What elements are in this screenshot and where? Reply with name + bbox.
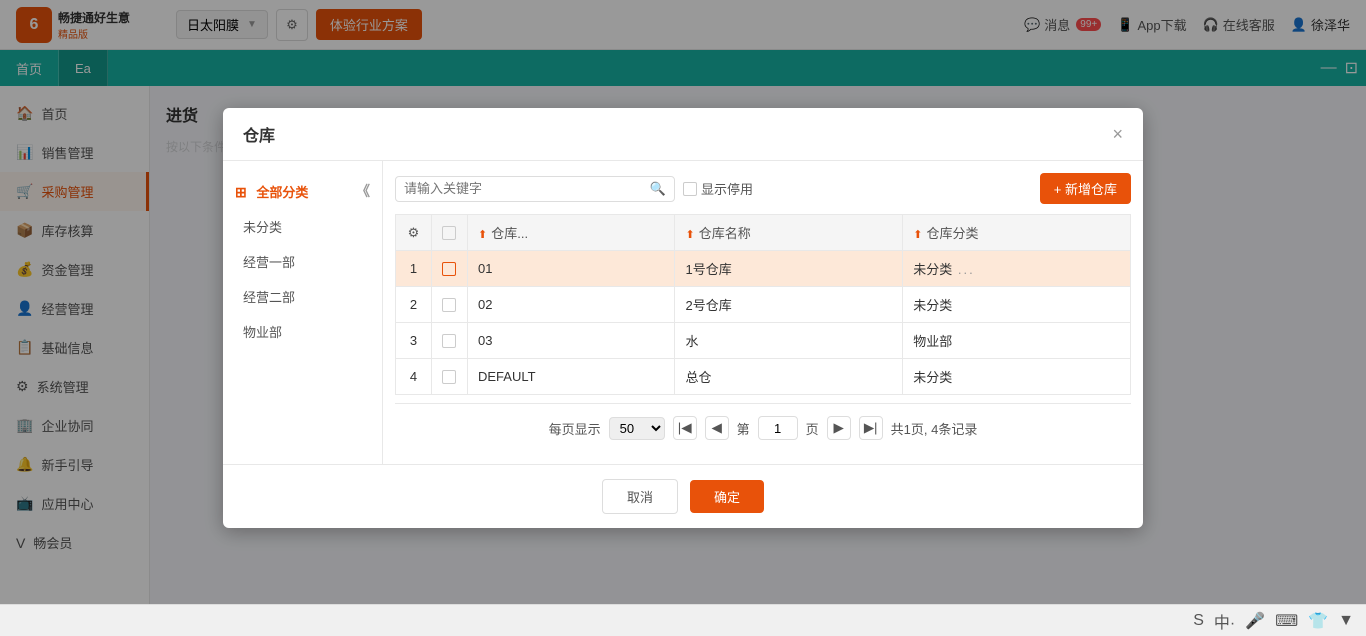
search-icon[interactable]: 🔍 — [650, 181, 666, 197]
modal-body: ⊞ 全部分类 《 未分类 经营一部 经营二部 物业部 🔍 — [223, 161, 1143, 464]
row-name: 1号仓库 — [675, 251, 903, 287]
category-sidebar: ⊞ 全部分类 《 未分类 经营一部 经营二部 物业部 — [223, 161, 383, 464]
cancel-button[interactable]: 取消 — [602, 479, 678, 514]
table-toolbar: 🔍 显示停用 + 新增仓库 — [395, 173, 1131, 204]
row-num: 1 — [396, 251, 432, 287]
sort-icon: ⬆ — [478, 229, 487, 241]
th-settings: ⚙ — [396, 215, 432, 251]
select-all-checkbox[interactable] — [442, 226, 456, 240]
table-row[interactable]: 2 02 2号仓库 未分类 — [396, 287, 1131, 323]
modal-footer: 取消 确定 — [223, 464, 1143, 528]
row-code: 01 — [468, 251, 675, 287]
row-name: 水 — [675, 323, 903, 359]
bottom-icon-1[interactable]: S — [1193, 612, 1204, 630]
page-input[interactable] — [758, 416, 798, 440]
row-num: 2 — [396, 287, 432, 323]
sort-icon-cat: ⬆ — [913, 229, 922, 241]
row-code: 03 — [468, 323, 675, 359]
th-checkbox — [432, 215, 468, 251]
bottom-bar: S 中· 🎤 ⌨ 👕 ▼ — [0, 604, 1366, 636]
row-code: 02 — [468, 287, 675, 323]
modal-overlay: 仓库 × ⊞ 全部分类 《 未分类 经营一部 经营二部 物业部 — [0, 0, 1366, 636]
pagination: 每页显示 50 100 200 |◀ ◀ 第 页 ▶ ▶| 共1页, 4条记录 — [395, 403, 1131, 452]
row-checkbox[interactable] — [432, 359, 468, 395]
row-num: 4 — [396, 359, 432, 395]
row-num: 3 — [396, 323, 432, 359]
warehouse-modal: 仓库 × ⊞ 全部分类 《 未分类 经营一部 经营二部 物业部 — [223, 108, 1143, 528]
bottom-icon-2[interactable]: 中· — [1214, 609, 1235, 633]
row-actions-dots[interactable]: ... — [952, 262, 974, 277]
show-disabled-checkbox[interactable] — [683, 182, 697, 196]
th-category[interactable]: ⬆仓库分类 — [903, 215, 1131, 251]
per-page-select[interactable]: 50 100 200 — [609, 417, 665, 440]
search-input[interactable] — [404, 181, 650, 196]
th-code[interactable]: ⬆仓库... — [468, 215, 675, 251]
warehouse-table: ⚙ ⬆仓库... ⬆仓库名称 ⬆仓库分类 1 — [395, 214, 1131, 395]
row-category: 未分类 ... — [903, 251, 1131, 287]
sort-icon-name: ⬆ — [685, 229, 694, 241]
row-category: 物业部 — [903, 323, 1131, 359]
row-checkbox[interactable] — [432, 287, 468, 323]
page-last-button[interactable]: ▶| — [859, 416, 883, 440]
settings-icon: ⚙ — [408, 225, 420, 240]
cat-item-uncategorized[interactable]: 未分类 — [223, 209, 382, 244]
modal-title: 仓库 — [243, 122, 275, 146]
table-row[interactable]: 1 01 1号仓库 未分类 ... — [396, 251, 1131, 287]
show-disabled-label[interactable]: 显示停用 — [683, 179, 753, 198]
bottom-icon-3[interactable]: 🎤 — [1245, 611, 1265, 631]
bottom-icon-4[interactable]: ⌨ — [1275, 611, 1298, 631]
bottom-icon-5[interactable]: 👕 — [1308, 611, 1328, 631]
bottom-icon-6[interactable]: ▼ — [1338, 612, 1354, 630]
table-row[interactable]: 3 03 水 物业部 — [396, 323, 1131, 359]
page-first-button[interactable]: |◀ — [673, 416, 697, 440]
modal-close-button[interactable]: × — [1112, 124, 1123, 145]
cat-item-property[interactable]: 物业部 — [223, 314, 382, 349]
table-area: 🔍 显示停用 + 新增仓库 ⚙ — [383, 161, 1143, 464]
cat-item-dept2[interactable]: 经营二部 — [223, 279, 382, 314]
row-category: 未分类 — [903, 359, 1131, 395]
row-select-checkbox[interactable] — [442, 370, 456, 384]
page-prev-button[interactable]: ◀ — [705, 416, 729, 440]
row-select-checkbox[interactable] — [442, 262, 456, 276]
row-checkbox[interactable] — [432, 251, 468, 287]
row-code: DEFAULT — [468, 359, 675, 395]
row-checkbox[interactable] — [432, 323, 468, 359]
row-name: 总仓 — [675, 359, 903, 395]
all-categories-item[interactable]: ⊞ 全部分类 《 — [223, 173, 382, 209]
confirm-button[interactable]: 确定 — [690, 480, 764, 513]
page-next-button[interactable]: ▶ — [827, 416, 851, 440]
add-warehouse-button[interactable]: + 新增仓库 — [1040, 173, 1131, 204]
cat-item-dept1[interactable]: 经营一部 — [223, 244, 382, 279]
th-name[interactable]: ⬆仓库名称 — [675, 215, 903, 251]
row-name: 2号仓库 — [675, 287, 903, 323]
grid-icon: ⊞ — [235, 184, 247, 200]
modal-header: 仓库 × — [223, 108, 1143, 161]
collapse-icon[interactable]: 《 — [356, 181, 370, 201]
row-category: 未分类 — [903, 287, 1131, 323]
search-input-wrap: 🔍 — [395, 176, 675, 202]
row-select-checkbox[interactable] — [442, 298, 456, 312]
row-select-checkbox[interactable] — [442, 334, 456, 348]
table-row[interactable]: 4 DEFAULT 总仓 未分类 — [396, 359, 1131, 395]
